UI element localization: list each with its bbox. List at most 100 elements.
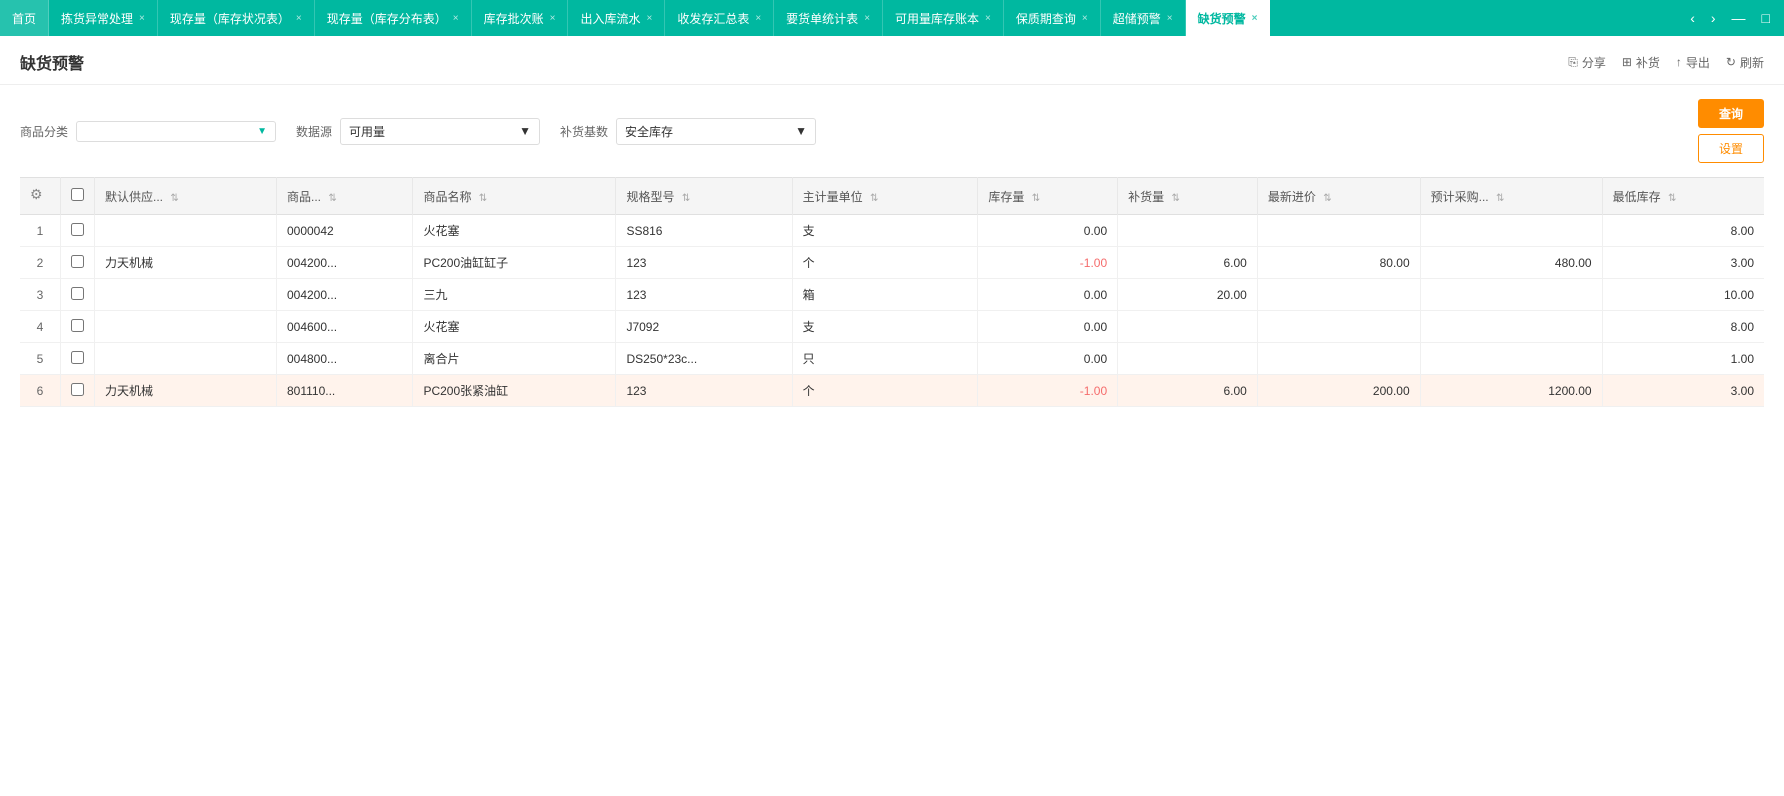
th-latest-price[interactable]: 最新进价 ⇅: [1257, 178, 1420, 215]
row-checkbox-3[interactable]: [61, 279, 95, 311]
sort-replenish-icon: ⇅: [1172, 193, 1180, 204]
tab-available-ledger[interactable]: 可用量库存账本 ×: [883, 0, 1004, 36]
nav-controls: ‹ › — □: [1676, 8, 1784, 28]
th-supplier[interactable]: 默认供应... ⇅: [95, 178, 277, 215]
row-est-purchase-2: 480.00: [1420, 247, 1602, 279]
th-spec[interactable]: 规格型号 ⇅: [616, 178, 792, 215]
tab-batch-account[interactable]: 库存批次账 ×: [472, 0, 569, 36]
tab-shortage[interactable]: 缺货预警 ×: [1186, 0, 1271, 36]
settings-button[interactable]: 设置: [1698, 134, 1764, 163]
close-tab-order-stats[interactable]: ×: [864, 13, 870, 24]
tab-order-stats[interactable]: 要货单统计表 ×: [774, 0, 883, 36]
row-replenish-4: [1118, 311, 1258, 343]
row-unit-6: 个: [792, 375, 978, 407]
tab-shelf-life[interactable]: 保质期查询 ×: [1004, 0, 1101, 36]
th-replenish[interactable]: 补货量 ⇅: [1118, 178, 1258, 215]
row-num-1: 1: [20, 215, 61, 247]
row-latest-price-2: 80.00: [1257, 247, 1420, 279]
row-select-1[interactable]: [71, 223, 84, 236]
replenish-action[interactable]: ⊞ 补货: [1622, 54, 1660, 71]
row-latest-price-4: [1257, 311, 1420, 343]
close-tab-inventory-status[interactable]: ×: [296, 13, 302, 24]
row-code-2: 004200...: [276, 247, 412, 279]
close-tab-picking[interactable]: ×: [139, 13, 145, 24]
row-unit-3: 箱: [792, 279, 978, 311]
close-tab-overstock[interactable]: ×: [1167, 13, 1173, 24]
row-supplier-4: [95, 311, 277, 343]
row-checkbox-4[interactable]: [61, 311, 95, 343]
tab-inventory-dist[interactable]: 现存量（库存分布表） ×: [315, 0, 472, 36]
row-unit-4: 支: [792, 311, 978, 343]
row-num-6: 6: [20, 375, 61, 407]
datasource-select[interactable]: 可用量 ▼: [340, 118, 540, 145]
datasource-value: 可用量: [349, 123, 385, 140]
table-row: 3 004200... 三九 123 箱 0.00 20.00 10.00: [20, 279, 1764, 311]
row-est-purchase-4: [1420, 311, 1602, 343]
category-filter-group: 商品分类 ▼: [20, 121, 276, 142]
export-icon: ↑: [1676, 55, 1682, 69]
datasource-label: 数据源: [296, 123, 332, 140]
table-row: 2 力天机械 004200... PC200油缸缸子 123 个 -1.00 6…: [20, 247, 1764, 279]
nav-maximize-button[interactable]: □: [1756, 8, 1776, 28]
nav-tabs: 首页 拣货异常处理 × 现存量（库存状况表） × 现存量（库存分布表） × 库存…: [0, 0, 1784, 36]
th-code[interactable]: 商品... ⇅: [276, 178, 412, 215]
close-tab-shelf-life[interactable]: ×: [1082, 13, 1088, 24]
close-tab-inventory-dist[interactable]: ×: [453, 13, 459, 24]
row-checkbox-2[interactable]: [61, 247, 95, 279]
th-min-stock[interactable]: 最低库存 ⇅: [1602, 178, 1764, 215]
row-checkbox-5[interactable]: [61, 343, 95, 375]
select-all-checkbox[interactable]: [71, 188, 84, 201]
th-checkbox[interactable]: [61, 178, 95, 215]
row-select-6[interactable]: [71, 383, 84, 396]
table-row: 4 004600... 火花塞 J7092 支 0.00 8.00: [20, 311, 1764, 343]
th-stock[interactable]: 库存量 ⇅: [978, 178, 1118, 215]
close-tab-batch-account[interactable]: ×: [550, 13, 556, 24]
column-settings-icon[interactable]: ⚙: [30, 186, 50, 206]
nav-next-button[interactable]: ›: [1705, 8, 1722, 28]
row-latest-price-1: [1257, 215, 1420, 247]
tab-overstock[interactable]: 超储预警 ×: [1101, 0, 1186, 36]
tab-home[interactable]: 首页: [0, 0, 49, 36]
row-unit-1: 支: [792, 215, 978, 247]
replenish-select[interactable]: 安全库存 ▼: [616, 118, 816, 145]
row-checkbox-1[interactable]: [61, 215, 95, 247]
close-tab-summary[interactable]: ×: [755, 13, 761, 24]
export-action[interactable]: ↑ 导出: [1676, 54, 1710, 71]
th-name[interactable]: 商品名称 ⇅: [413, 178, 616, 215]
row-select-5[interactable]: [71, 351, 84, 364]
refresh-action[interactable]: ↻ 刷新: [1726, 54, 1764, 71]
row-stock-5: 0.00: [978, 343, 1118, 375]
sort-name-icon: ⇅: [479, 193, 487, 204]
close-tab-available-ledger[interactable]: ×: [985, 13, 991, 24]
tab-picking[interactable]: 拣货异常处理 ×: [49, 0, 158, 36]
category-label: 商品分类: [20, 123, 68, 140]
close-tab-inout-flow[interactable]: ×: [646, 13, 652, 24]
th-unit[interactable]: 主计量单位 ⇅: [792, 178, 978, 215]
row-stock-3: 0.00: [978, 279, 1118, 311]
header-actions: ⎘ 分享 ⊞ 补货 ↑ 导出 ↻ 刷新: [1568, 54, 1764, 71]
row-select-2[interactable]: [71, 255, 84, 268]
tab-inventory-status[interactable]: 现存量（库存状况表） ×: [158, 0, 315, 36]
th-settings[interactable]: ⚙: [20, 178, 61, 215]
category-arrow-icon: ▼: [257, 126, 267, 137]
row-spec-4: J7092: [616, 311, 792, 343]
th-est-purchase[interactable]: 预计采购... ⇅: [1420, 178, 1602, 215]
row-checkbox-6[interactable]: [61, 375, 95, 407]
tab-summary[interactable]: 收发存汇总表 ×: [665, 0, 774, 36]
replenish-arrow-icon: ▼: [795, 124, 807, 138]
share-action[interactable]: ⎘ 分享: [1568, 54, 1606, 71]
row-stock-2: -1.00: [978, 247, 1118, 279]
tab-inout-flow[interactable]: 出入库流水 ×: [568, 0, 665, 36]
row-name-5: 离合片: [413, 343, 616, 375]
category-select[interactable]: ▼: [76, 121, 276, 142]
row-min-stock-5: 1.00: [1602, 343, 1764, 375]
query-button[interactable]: 查询: [1698, 99, 1764, 128]
nav-prev-button[interactable]: ‹: [1684, 8, 1701, 28]
row-latest-price-6: 200.00: [1257, 375, 1420, 407]
row-spec-1: SS816: [616, 215, 792, 247]
row-select-4[interactable]: [71, 319, 84, 332]
row-select-3[interactable]: [71, 287, 84, 300]
row-num-5: 5: [20, 343, 61, 375]
close-tab-shortage[interactable]: ×: [1252, 13, 1258, 24]
nav-minimize-button[interactable]: —: [1726, 8, 1752, 28]
